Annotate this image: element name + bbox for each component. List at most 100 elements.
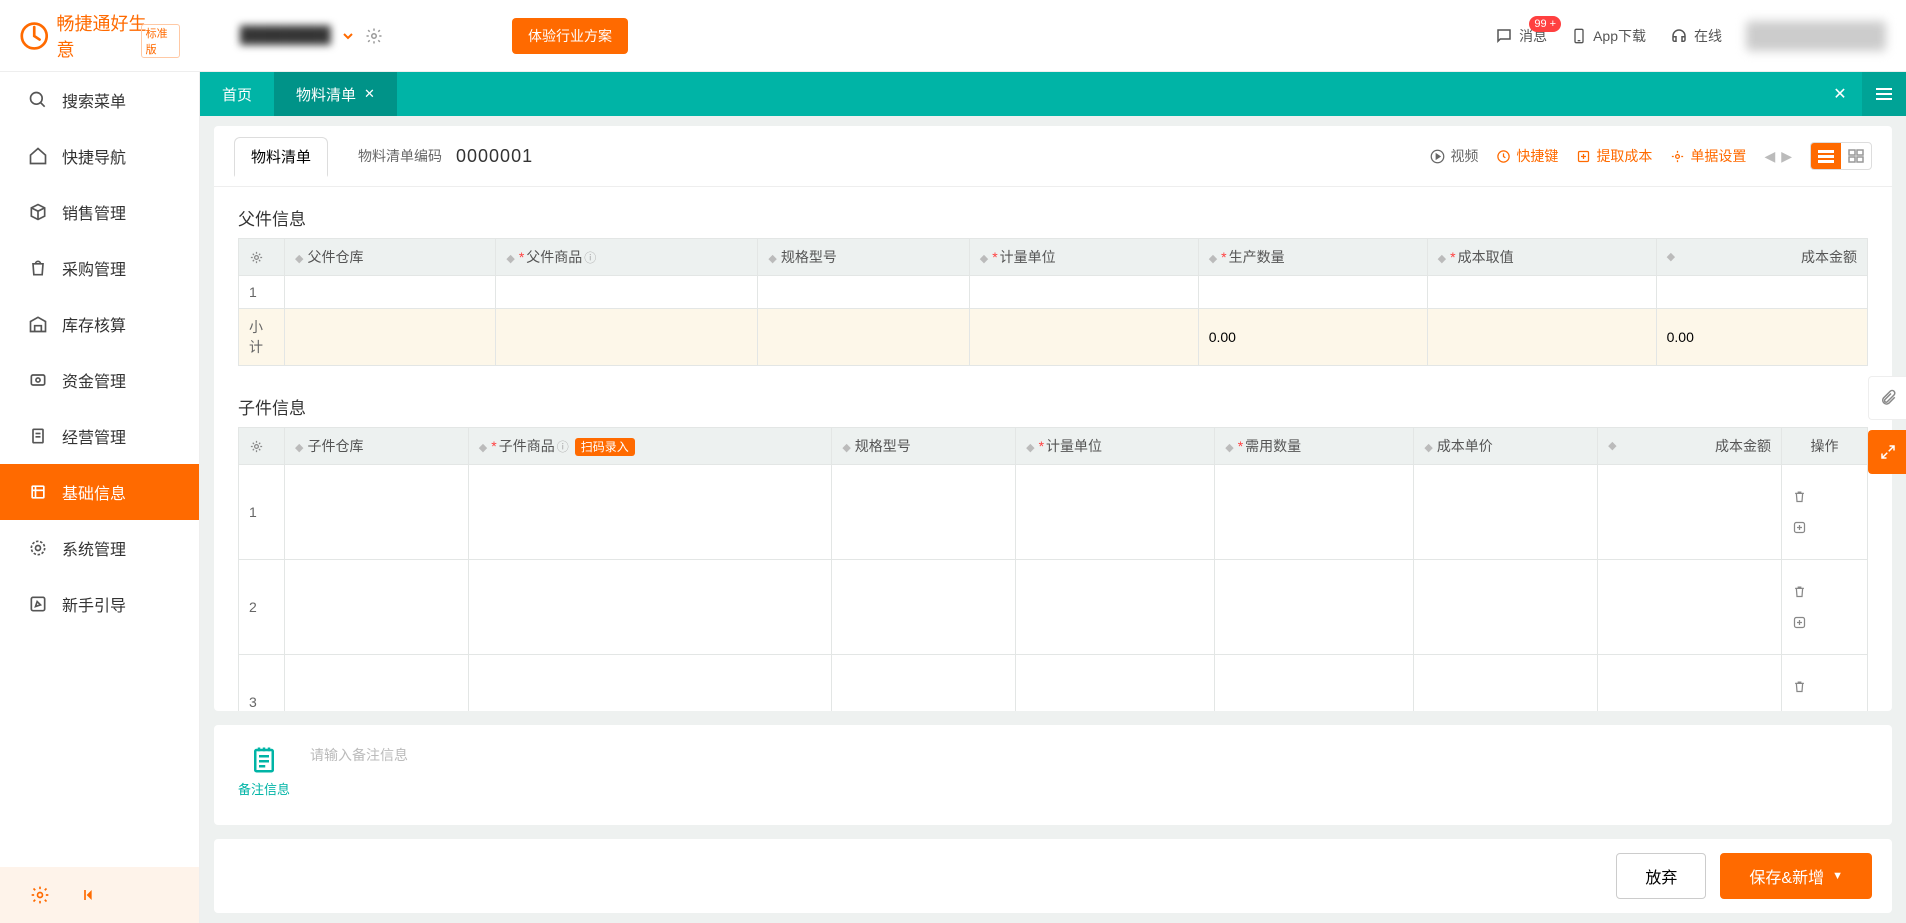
cell[interactable]: [285, 560, 469, 655]
cell[interactable]: [468, 655, 832, 712]
cell[interactable]: [1414, 655, 1598, 712]
child-col-config[interactable]: [239, 428, 285, 465]
child-row[interactable]: 2: [239, 560, 1868, 655]
row-add-icon[interactable]: [1792, 710, 1857, 711]
cell[interactable]: [496, 276, 758, 309]
tab-home[interactable]: 首页: [200, 72, 274, 116]
row-delete-icon[interactable]: [1792, 679, 1857, 694]
info-icon[interactable]: ⓘ: [584, 251, 596, 265]
cell[interactable]: [1215, 655, 1414, 712]
cell[interactable]: [758, 276, 969, 309]
child-col-cost-unit[interactable]: ◆成本单价: [1414, 428, 1598, 465]
cell[interactable]: [1016, 560, 1215, 655]
parent-row[interactable]: 1: [239, 276, 1868, 309]
cell[interactable]: [1215, 560, 1414, 655]
cell[interactable]: [1215, 465, 1414, 560]
sidebar-item-quicknav[interactable]: 快捷导航: [0, 128, 199, 184]
row-add-icon[interactable]: [1792, 520, 1857, 535]
sidebar-item-operations[interactable]: 经营管理: [0, 408, 199, 464]
parent-col-product[interactable]: ◆*父件商品ⓘ: [496, 239, 758, 276]
logo[interactable]: 畅捷通好生意 标准版: [20, 10, 200, 62]
expand-widget[interactable]: [1868, 430, 1906, 474]
user-area[interactable]: [1746, 21, 1886, 51]
parent-col-unit[interactable]: ◆*计量单位: [969, 239, 1198, 276]
child-row[interactable]: 3: [239, 655, 1868, 712]
sidebar-item-guide[interactable]: 新手引导: [0, 576, 199, 632]
parent-col-spec[interactable]: ◆规格型号: [758, 239, 969, 276]
scan-badge[interactable]: 扫码录入: [575, 438, 635, 456]
row-add-icon[interactable]: [1792, 615, 1857, 630]
sidebar-item-basedata[interactable]: 基础信息: [0, 464, 199, 520]
cell[interactable]: [1016, 655, 1215, 712]
toolbar-shortcut[interactable]: 快捷键: [1496, 146, 1558, 166]
child-col-cost-amount[interactable]: ◆成本金额: [1598, 428, 1782, 465]
sidebar-settings-icon[interactable]: [30, 885, 50, 905]
info-icon[interactable]: ⓘ: [557, 440, 569, 454]
main: 物料清单 物料清单编码 0000001 视频 快捷键 提取成本 单据: [200, 116, 1906, 923]
sidebar-item-search[interactable]: 搜索菜单: [0, 72, 199, 128]
child-col-unit[interactable]: ◆*计量单位: [1016, 428, 1215, 465]
row-delete-icon[interactable]: [1792, 489, 1857, 504]
app-download-button[interactable]: App下载: [1571, 26, 1646, 46]
parent-col-qty[interactable]: ◆*生产数量: [1198, 239, 1427, 276]
cell[interactable]: [969, 276, 1198, 309]
tab-bom[interactable]: 物料清单 ✕: [274, 72, 397, 116]
cell[interactable]: [1598, 560, 1782, 655]
toolbar-video[interactable]: 视频: [1430, 146, 1478, 166]
page-tab-bom[interactable]: 物料清单: [234, 137, 328, 177]
discard-button[interactable]: 放弃: [1616, 853, 1706, 899]
tabstrip-close-all[interactable]: ✕: [1818, 72, 1862, 116]
sidebar-label: 基础信息: [62, 480, 126, 504]
cell[interactable]: [1427, 276, 1656, 309]
cell[interactable]: [468, 560, 832, 655]
cell[interactable]: [285, 655, 469, 712]
remarks-input[interactable]: [310, 745, 1868, 805]
cell[interactable]: [1414, 465, 1598, 560]
sidebar-item-inventory[interactable]: 库存核算: [0, 296, 199, 352]
nav-next-icon[interactable]: ▶: [1781, 148, 1792, 165]
cell[interactable]: [1016, 465, 1215, 560]
cell[interactable]: [285, 465, 469, 560]
child-col-qty[interactable]: ◆*需用数量: [1215, 428, 1414, 465]
parent-col-warehouse[interactable]: ◆父件仓库: [285, 239, 496, 276]
parent-col-cost-amount[interactable]: ◆成本金额: [1656, 239, 1867, 276]
online-support-button[interactable]: 在线: [1670, 26, 1722, 46]
child-col-spec[interactable]: ◆规格型号: [832, 428, 1016, 465]
cell[interactable]: [1598, 655, 1782, 712]
sidebar-item-purchase[interactable]: 采购管理: [0, 240, 199, 296]
messages-button[interactable]: 消息 99 +: [1495, 26, 1547, 46]
cell[interactable]: [832, 655, 1016, 712]
org-settings-icon[interactable]: [365, 27, 383, 45]
sidebar-item-sales[interactable]: 销售管理: [0, 184, 199, 240]
toolbar-extract-cost[interactable]: 提取成本: [1576, 146, 1652, 166]
sidebar-collapse-icon[interactable]: [80, 885, 100, 905]
extract-icon: [1576, 149, 1591, 164]
child-col-warehouse[interactable]: ◆子件仓库: [285, 428, 469, 465]
cell[interactable]: [1656, 276, 1867, 309]
view-list[interactable]: [1811, 143, 1841, 169]
view-card[interactable]: [1841, 143, 1871, 169]
cell[interactable]: [468, 465, 832, 560]
cell[interactable]: [1198, 276, 1427, 309]
row-delete-icon[interactable]: [1792, 584, 1857, 599]
cell[interactable]: [1414, 560, 1598, 655]
cell[interactable]: [832, 465, 1016, 560]
sidebar-item-finance[interactable]: 资金管理: [0, 352, 199, 408]
child-col-product[interactable]: ◆*子件商品ⓘ扫码录入: [468, 428, 832, 465]
cell[interactable]: [285, 276, 496, 309]
tab-close-icon[interactable]: ✕: [364, 86, 375, 102]
parent-col-config[interactable]: [239, 239, 285, 276]
sidebar-item-system[interactable]: 系统管理: [0, 520, 199, 576]
experience-button[interactable]: 体验行业方案: [512, 18, 628, 54]
save-new-button[interactable]: 保存&新增 ▼: [1720, 853, 1872, 899]
parent-col-cost-basis[interactable]: ◆*成本取值: [1427, 239, 1656, 276]
child-row[interactable]: 1: [239, 465, 1868, 560]
toolbar-doc-settings[interactable]: 单据设置: [1670, 146, 1746, 166]
cell[interactable]: [832, 560, 1016, 655]
nav-prev-icon[interactable]: ◀: [1764, 148, 1775, 165]
org-selector[interactable]: ████████: [240, 27, 500, 45]
cell[interactable]: [1598, 465, 1782, 560]
tabstrip-menu[interactable]: [1862, 72, 1906, 116]
attachment-widget[interactable]: [1868, 376, 1906, 420]
home-icon: [28, 146, 48, 166]
